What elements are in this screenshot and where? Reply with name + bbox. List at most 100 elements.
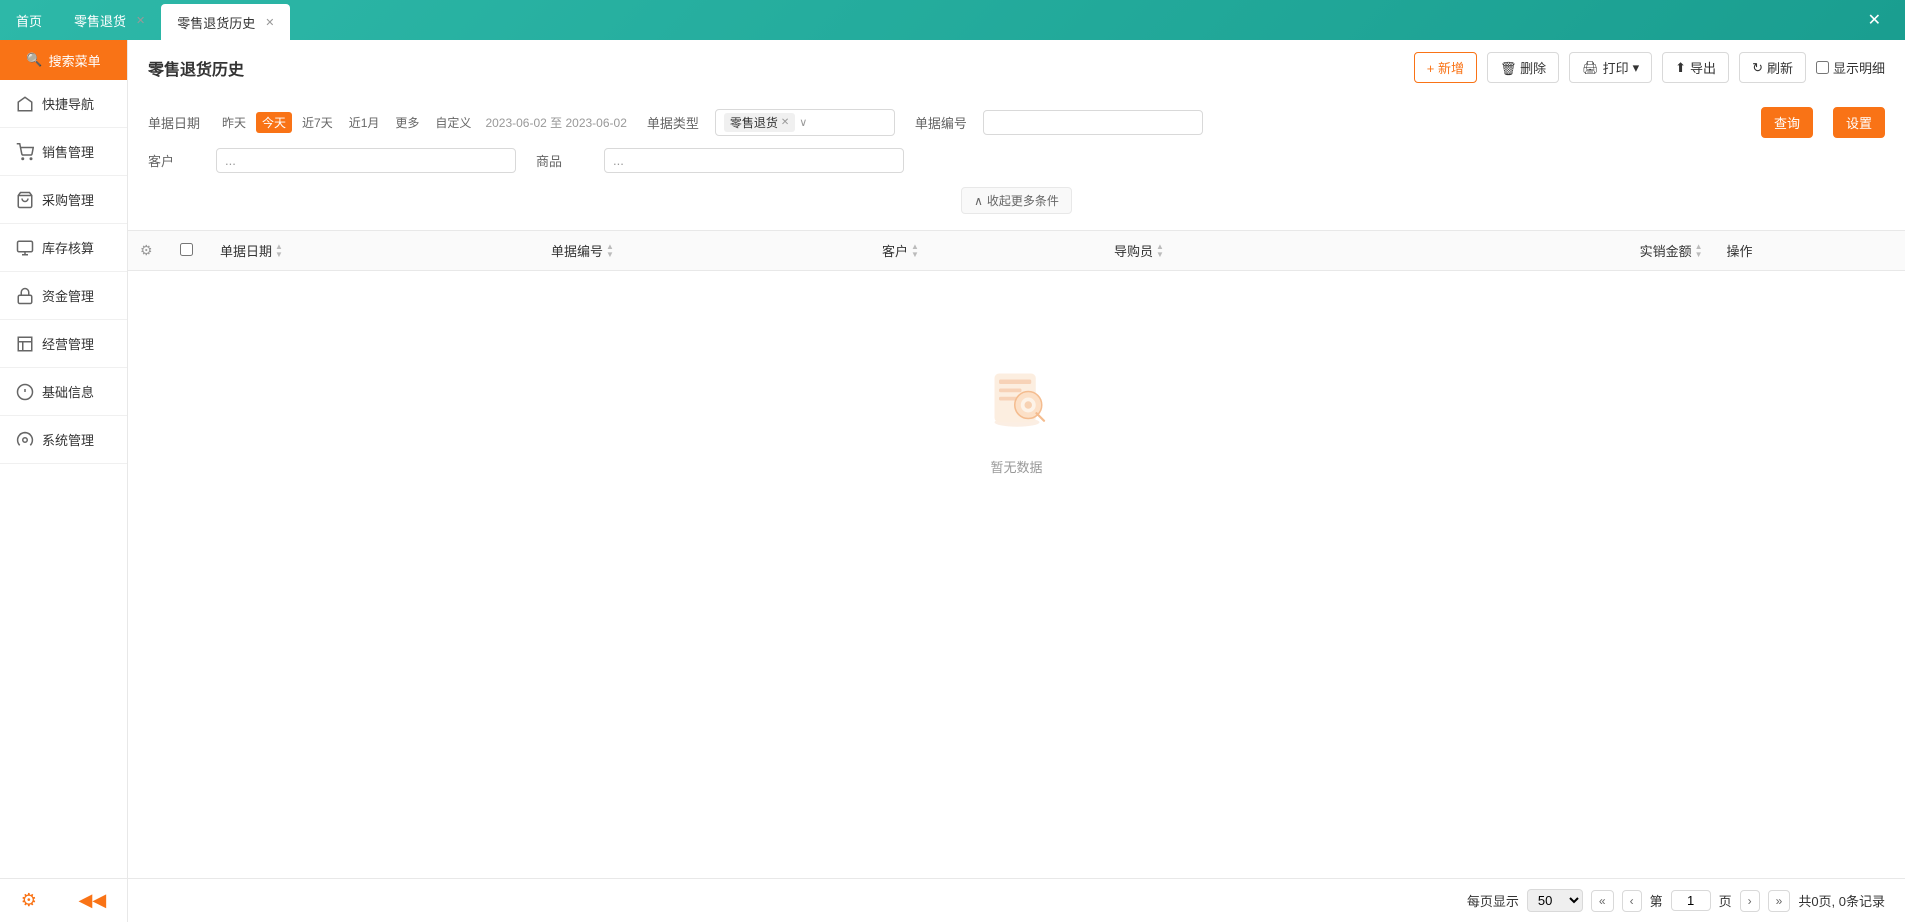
tab-retail-return-history[interactable]: 零售退货历史 ✕ <box>161 4 290 40</box>
goods-filter-label: 商品 <box>536 151 596 170</box>
audio-button[interactable]: ◀◀ <box>79 890 107 911</box>
last-page-button[interactable]: » <box>1768 890 1791 912</box>
type-filter-label: 单据类型 <box>647 113 707 132</box>
system-icon <box>16 431 34 449</box>
date-btn-today[interactable]: 今天 <box>256 112 292 133</box>
type-tag: 零售退货 ✕ <box>724 113 795 132</box>
date-btn-1month[interactable]: 近1月 <box>343 112 386 133</box>
info-icon <box>16 383 34 401</box>
goods-dots[interactable]: ... <box>613 153 624 168</box>
sidebar-item-info-label: 基础信息 <box>42 382 94 401</box>
customer-dots[interactable]: ... <box>225 153 236 168</box>
page-title-row: 零售退货历史 + 新增 🗑 删除 🖨 打印 ▾ ⬆ 导出 ↻ <box>148 52 1885 83</box>
tab-retail-return-history-close[interactable]: ✕ <box>265 16 274 29</box>
show-detail-checkbox-wrapper[interactable]: 显示明细 <box>1816 58 1885 77</box>
sidebar-item-system-label: 系统管理 <box>42 430 94 449</box>
date-btn-yesterday[interactable]: 昨天 <box>216 112 252 133</box>
sort-customer-arrows: ▲▼ <box>911 243 919 259</box>
page-number-input[interactable] <box>1671 890 1711 911</box>
select-all-checkbox[interactable] <box>180 243 193 256</box>
sidebar-bottom: ⚙ ◀◀ <box>0 878 127 922</box>
date-btn-custom[interactable]: 自定义 <box>429 112 477 133</box>
type-filter: 单据类型 零售退货 ✕ ∨ <box>647 109 895 136</box>
sidebar-item-info[interactable]: 基础信息 <box>0 368 127 416</box>
search-icon: 🔍 <box>26 52 42 68</box>
type-select[interactable]: 零售退货 ✕ ∨ <box>715 109 895 136</box>
sidebar-item-home[interactable]: 快捷导航 <box>0 80 127 128</box>
type-tag-close[interactable]: ✕ <box>781 117 789 128</box>
delete-button[interactable]: 🗑 删除 <box>1487 52 1559 83</box>
sidebar-item-inventory[interactable]: 库存核算 <box>0 224 127 272</box>
sort-number[interactable]: 单据编号 ▲▼ <box>551 241 614 260</box>
new-button[interactable]: + 新增 <box>1414 52 1477 83</box>
window-close-button[interactable]: ✕ <box>1860 6 1889 34</box>
tab-retail-return-close[interactable]: ✕ <box>136 14 145 27</box>
page-size-select[interactable]: 50 10 20 100 <box>1527 889 1583 912</box>
sidebar-item-business[interactable]: 经营管理 <box>0 320 127 368</box>
first-page-button[interactable]: « <box>1591 890 1614 912</box>
empty-row: 暂无数据 <box>128 271 1905 557</box>
sidebar-item-purchase[interactable]: 采购管理 <box>0 176 127 224</box>
query-button[interactable]: 查询 <box>1761 107 1813 138</box>
sidebar-item-finance-label: 资金管理 <box>42 286 94 305</box>
customer-filter: 客户 ... <box>148 148 516 173</box>
th-guide: 导购员 ▲▼ <box>1102 231 1384 271</box>
page-title: 零售退货历史 <box>148 56 244 80</box>
th-guide-label: 导购员 <box>1114 241 1153 260</box>
show-detail-label: 显示明细 <box>1833 58 1885 77</box>
print-button[interactable]: 🖨 打印 ▾ <box>1569 52 1652 83</box>
sort-date[interactable]: 单据日期 ▲▼ <box>220 241 283 260</box>
sales-icon <box>16 143 34 161</box>
date-btn-7days[interactable]: 近7天 <box>296 112 339 133</box>
gear-icon[interactable]: ⚙ <box>140 242 153 258</box>
prev-page-button[interactable]: ‹ <box>1622 890 1642 912</box>
refresh-icon: ↻ <box>1752 60 1763 76</box>
business-icon <box>16 335 34 353</box>
tab-retail-return-label: 零售退货 <box>74 11 126 30</box>
number-input[interactable] <box>983 110 1203 135</box>
th-gear: ⚙ <box>128 231 168 271</box>
export-icon: ⬆ <box>1675 60 1686 76</box>
sidebar-item-sales[interactable]: 销售管理 <box>0 128 127 176</box>
top-bar-right: ✕ <box>1860 6 1905 34</box>
sidebar-item-finance[interactable]: 资金管理 <box>0 272 127 320</box>
empty-text: 暂无数据 <box>990 457 1042 476</box>
table-wrapper: ⚙ 单据日期 ▲▼ 单据编号 <box>128 231 1905 878</box>
tab-home-label: 首页 <box>16 11 42 30</box>
sidebar-item-system[interactable]: 系统管理 <box>0 416 127 464</box>
empty-icon <box>972 351 1062 441</box>
refresh-label: 刷新 <box>1767 58 1793 77</box>
tab-list: 首页 零售退货 ✕ 零售退货历史 ✕ <box>0 0 1860 40</box>
th-number-label: 单据编号 <box>551 241 603 260</box>
page-size-label: 每页显示 <box>1467 891 1519 910</box>
th-action-label: 操作 <box>1727 244 1753 259</box>
show-detail-checkbox[interactable] <box>1816 61 1829 74</box>
setup-button[interactable]: 设置 <box>1833 107 1885 138</box>
tab-retail-return[interactable]: 零售退货 ✕ <box>58 0 161 40</box>
sidebar-search[interactable]: 🔍 搜索菜单 <box>0 40 127 80</box>
date-btn-more[interactable]: 更多 <box>389 112 425 133</box>
content-area: 零售退货历史 + 新增 🗑 删除 🖨 打印 ▾ ⬆ 导出 ↻ <box>128 40 1905 922</box>
sidebar-menu: 快捷导航 销售管理 采购管理 库存核算 资金管理 经营管理 <box>0 80 127 878</box>
filter-area: 单据日期 昨天 今天 近7天 近1月 更多 自定义 2023-06-02 至 2… <box>148 95 1885 230</box>
sort-amount[interactable]: 实销金额 ▲▼ <box>1640 241 1703 260</box>
home-icon <box>16 95 34 113</box>
page-label: 第 <box>1650 891 1663 910</box>
sidebar-item-purchase-label: 采购管理 <box>42 190 94 209</box>
sort-number-arrows: ▲▼ <box>606 243 614 259</box>
collapse-button[interactable]: ∧ 收起更多条件 <box>961 187 1072 214</box>
next-page-button[interactable]: › <box>1740 890 1760 912</box>
refresh-button[interactable]: ↻ 刷新 <box>1739 52 1806 83</box>
export-button[interactable]: ⬆ 导出 <box>1662 52 1729 83</box>
date-quick-buttons: 昨天 今天 近7天 近1月 更多 自定义 <box>216 112 477 133</box>
number-filter-label: 单据编号 <box>915 113 975 132</box>
sort-guide[interactable]: 导购员 ▲▼ <box>1114 241 1164 260</box>
page-header: 零售退货历史 + 新增 🗑 删除 🖨 打印 ▾ ⬆ 导出 ↻ <box>128 40 1905 231</box>
settings-button[interactable]: ⚙ <box>21 890 37 911</box>
toolbar: + 新增 🗑 删除 🖨 打印 ▾ ⬆ 导出 ↻ 刷新 <box>1414 52 1885 83</box>
customer-filter-label: 客户 <box>148 151 208 170</box>
page-unit: 页 <box>1719 891 1732 910</box>
total-text: 共0页, 0条记录 <box>1798 891 1885 910</box>
tab-home[interactable]: 首页 <box>0 0 58 40</box>
sort-customer[interactable]: 客户 ▲▼ <box>882 241 919 260</box>
